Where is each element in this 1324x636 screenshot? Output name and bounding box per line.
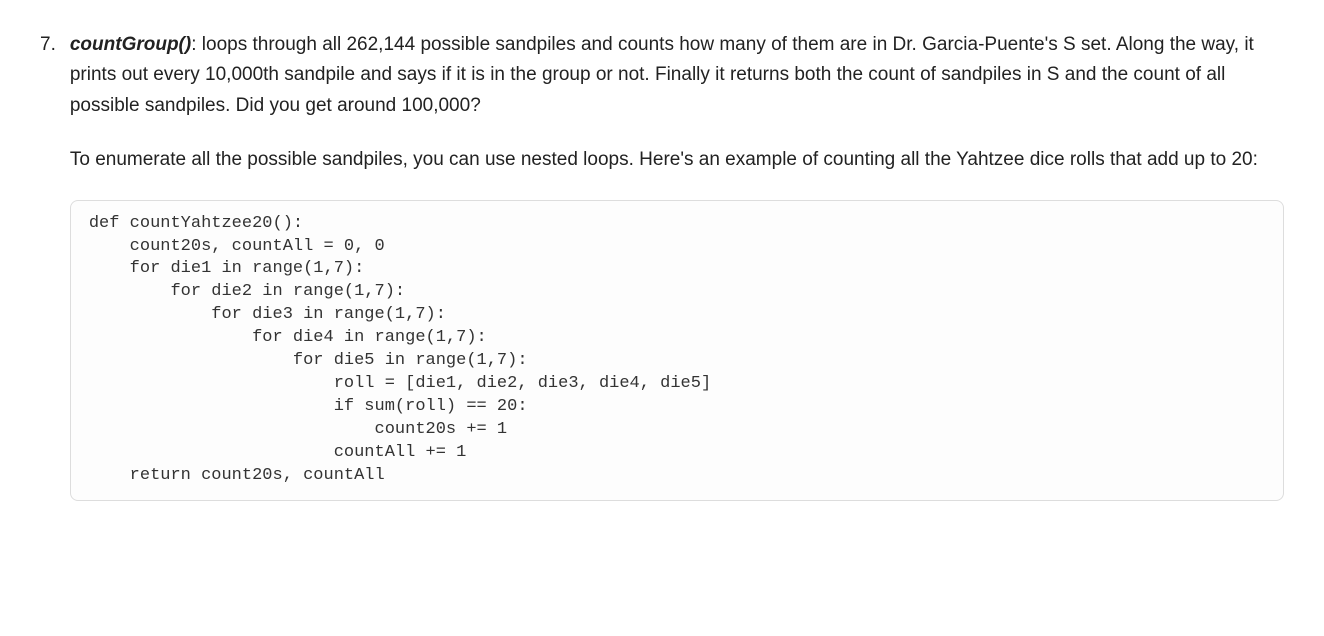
list-item-number: 7. (40, 30, 56, 501)
description-paragraph: countGroup(): loops through all 262,144 … (70, 30, 1284, 121)
hint-paragraph: To enumerate all the possible sandpiles,… (70, 145, 1284, 175)
ordered-list-item: 7. countGroup(): loops through all 262,1… (40, 30, 1284, 501)
list-item-content: countGroup(): loops through all 262,144 … (70, 30, 1284, 501)
description-text: : loops through all 262,144 possible san… (70, 34, 1254, 116)
function-name: countGroup() (70, 34, 191, 55)
code-example: def countYahtzee20(): count20s, countAll… (70, 200, 1284, 501)
